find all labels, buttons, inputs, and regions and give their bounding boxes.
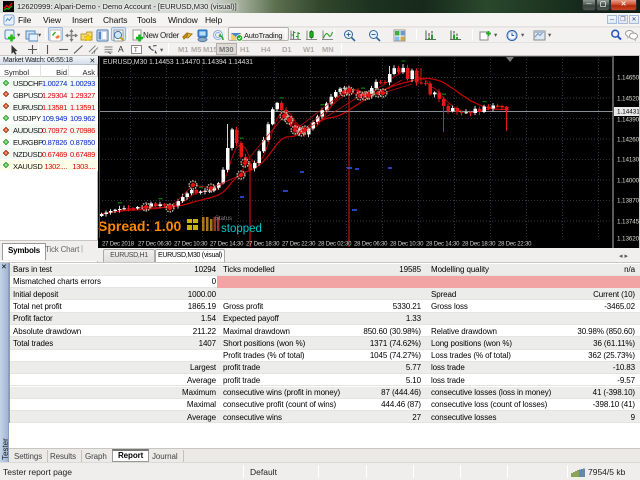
- svg-text:28 Dec 14:30: 28 Dec 14:30: [426, 242, 460, 248]
- svg-text:28 Dec 18:30: 28 Dec 18:30: [462, 242, 496, 248]
- svg-text:1.14000: 1.14000: [617, 178, 640, 185]
- svg-text:1.14260: 1.14260: [617, 137, 640, 144]
- svg-text:28 Dec 06:30: 28 Dec 06:30: [354, 242, 388, 248]
- svg-text:stopped: stopped: [221, 223, 262, 235]
- svg-text:27 Dec 18:30: 27 Dec 18:30: [246, 242, 280, 248]
- svg-text:28 Dec 10:30: 28 Dec 10:30: [390, 242, 424, 248]
- svg-text:f: f: [94, 50, 96, 55]
- svg-text:27 Dec 2018: 27 Dec 2018: [102, 242, 135, 248]
- svg-text:1.14520: 1.14520: [617, 96, 640, 103]
- svg-text:Status: Status: [215, 216, 232, 222]
- svg-text:Spread: 1.00: Spread: 1.00: [98, 218, 181, 234]
- svg-text:28 Dec 22:30: 28 Dec 22:30: [498, 242, 532, 248]
- svg-text:1.13620: 1.13620: [617, 236, 640, 243]
- svg-text:27 Dec 22:30: 27 Dec 22:30: [282, 242, 316, 248]
- svg-text:T: T: [134, 48, 138, 54]
- svg-text:1.14130: 1.14130: [617, 157, 640, 164]
- svg-text:27 Dec 10:30: 27 Dec 10:30: [174, 242, 208, 248]
- svg-text:EURUSD,M30 1.14453 1.14470 1: EURUSD,M30 1.14453 1.14470 1.14394 1.144…: [103, 59, 253, 66]
- svg-text:1.14431: 1.14431: [617, 109, 640, 116]
- svg-text:1.13745: 1.13745: [617, 219, 640, 226]
- svg-text:28 Dec 02:30: 28 Dec 02:30: [318, 242, 352, 248]
- svg-text:1.13870: 1.13870: [617, 198, 640, 205]
- svg-text:1.14650: 1.14650: [617, 75, 640, 82]
- svg-text:1.14390: 1.14390: [617, 117, 640, 124]
- svg-text:27 Dec 06:30: 27 Dec 06:30: [138, 242, 172, 248]
- svg-text:27 Dec 14:30: 27 Dec 14:30: [210, 242, 244, 248]
